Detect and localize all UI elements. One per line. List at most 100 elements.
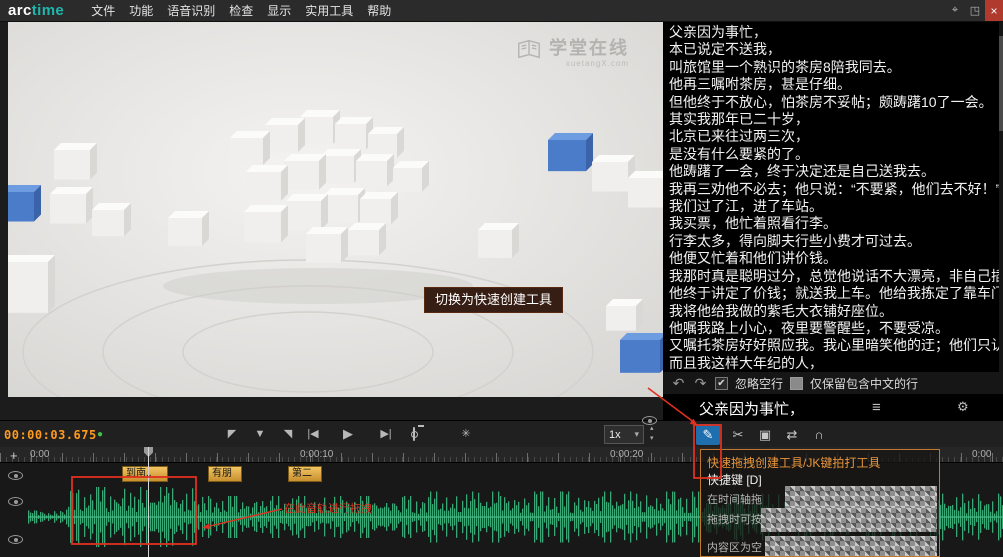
tooltip-body-line: 在时间轴拖 — [707, 491, 762, 507]
subtitle-line[interactable]: 他终于讲定了价钱；就送我上车。他给我拣定了靠车门 — [669, 285, 999, 302]
ruler-label: 0:00:10 — [300, 449, 333, 460]
menu-item[interactable]: 文件 — [84, 2, 122, 19]
subtitle-line[interactable]: 我那时真是聪明过分，总觉他说话不大漂亮，非自己插嘴不 — [669, 268, 999, 285]
restore-icon[interactable]: ◳ — [965, 4, 985, 17]
marker-icon[interactable]: ▼ — [250, 427, 270, 441]
video-subtitle-eye-icon[interactable] — [642, 416, 657, 425]
censored-mosaic — [761, 508, 937, 532]
keep-chinese-label: 仅保留包含中文的行 — [810, 375, 918, 392]
track-eye-icon[interactable] — [8, 497, 23, 506]
wand-icon[interactable]: ✳ — [456, 427, 476, 441]
tooltip-shortcut: 快捷键 [D] — [707, 471, 762, 488]
menu-item[interactable]: 语音识别 — [160, 2, 222, 19]
list-icon[interactable]: ≡ — [872, 399, 881, 416]
arctime-window: arctime 文件功能语音识别检查显示实用工具帮助 ⌖ ◳ × 学堂在线 xu… — [0, 0, 1003, 557]
subtitle-line[interactable]: 北京已来往过两三次， — [669, 128, 999, 145]
undo-icon[interactable]: ↶ — [671, 376, 686, 390]
subtitle-line[interactable]: 父亲因为事忙， — [669, 24, 999, 41]
subtitle-line[interactable]: 本已说定不送我， — [669, 41, 999, 58]
text-options-row: ↶ ↷ ✔ 忽略空行 仅保留包含中文的行 — [663, 372, 1003, 394]
add-track-icon[interactable]: + — [10, 448, 18, 463]
scissors-tool-icon[interactable]: ✂ — [726, 424, 750, 445]
subtitle-block[interactable]: 到南.. — [122, 466, 168, 482]
video-preview[interactable]: 学堂在线 xuetangX.com — [8, 22, 663, 397]
gear-icon[interactable]: ⚙ — [957, 399, 969, 415]
subtitle-block[interactable]: 有朋 — [208, 466, 242, 482]
ruler-label: 0:00:20 — [610, 449, 643, 460]
subtitle-panel: 父亲因为事忙，本已说定不送我，叫旅馆里一个熟识的茶房8陪我同去。他再三嘱咐茶房，… — [663, 22, 1003, 420]
subtitle-line[interactable]: 他嘱我路上小心，夜里要警醒些，不要受凉。 — [669, 320, 999, 337]
step-up-icon[interactable]: ▴ — [650, 424, 654, 434]
subtitle-line[interactable]: 而且我这样大年纪的人， — [669, 355, 999, 372]
tool-info-tooltip: 快速拖拽创建工具/JK键拍打工具 快捷键 [D] 在时间轴拖 拖拽时可按 内容区… — [700, 449, 940, 557]
current-subtitle-text: 父亲因为事忙， — [699, 398, 804, 419]
logo-time: time — [32, 2, 64, 19]
playhead[interactable] — [148, 447, 149, 557]
speed-stepper[interactable]: ▴ ▾ — [650, 424, 654, 444]
menu-item[interactable]: 检查 — [222, 2, 260, 19]
mark-in-icon[interactable]: ◤ — [222, 427, 242, 441]
chevron-down-icon: ▾ — [634, 429, 639, 440]
ruler-label: 0:00 — [972, 449, 991, 460]
subtitle-line[interactable]: 我将他给我做的紫毛大衣铺好座位。 — [669, 303, 999, 320]
logo-arc: arc — [8, 2, 32, 19]
ruler-label: 0:00 — [30, 449, 49, 460]
menu-item[interactable]: 实用工具 — [298, 2, 360, 19]
subtitle-line[interactable]: 但他终于不放心，怕茶房不妥帖；颇踌躇10了一会。 — [669, 94, 999, 111]
menubar: arctime 文件功能语音识别检查显示实用工具帮助 ⌖ ◳ × — [0, 0, 1003, 22]
play-icon[interactable]: ▶ — [338, 427, 358, 441]
pin-icon[interactable]: ⌖ — [945, 4, 965, 17]
swap-tool-icon[interactable]: ⇄ — [780, 424, 804, 445]
subtitle-line[interactable]: 我再三劝他不必去；他只说：“不要紧，他们去不好！” — [669, 181, 999, 198]
panel-scrollbar[interactable] — [999, 22, 1003, 372]
book-icon — [516, 38, 542, 60]
merge-tool-icon[interactable]: ▣ — [753, 424, 777, 445]
menu-items: 文件功能语音识别检查显示实用工具帮助 — [84, 2, 398, 19]
bookmark-icon[interactable] — [434, 427, 454, 441]
subtitle-line[interactable]: 我们过了江，进了车站。 — [669, 198, 999, 215]
watermark-subtext: xuetangX.com — [549, 59, 629, 68]
timecode: 00:00:03.675 — [4, 428, 97, 442]
quick-create-tool-button[interactable]: ✎ — [696, 424, 720, 445]
watermark: 学堂在线 xuetangX.com — [516, 38, 629, 68]
close-icon[interactable]: × — [985, 0, 1003, 21]
censored-mosaic — [765, 536, 937, 557]
subtitle-line[interactable]: 叫旅馆里一个熟识的茶房8陪我同去。 — [669, 59, 999, 76]
magnet-tool-icon[interactable]: ∩ — [807, 424, 831, 445]
subtitle-line[interactable]: 行李太多，得向脚夫行些小费才可过去。 — [669, 233, 999, 250]
subtitle-block[interactable]: 第二 — [288, 466, 322, 482]
keep-chinese-checkbox[interactable] — [790, 377, 803, 390]
prev-frame-icon[interactable]: |◀ — [303, 427, 323, 441]
tooltip-title: 快速拖拽创建工具/JK键拍打工具 — [707, 454, 880, 471]
mark-out-icon[interactable]: ◥ — [278, 427, 298, 441]
subtitle-line[interactable]: 其实我那年已二十岁， — [669, 111, 999, 128]
track-eye-icon[interactable] — [8, 471, 23, 480]
app-logo: arctime — [8, 2, 64, 19]
subtitle-text-area[interactable]: 父亲因为事忙，本已说定不送我，叫旅馆里一个熟识的茶房8陪我同去。他再三嘱咐茶房，… — [663, 22, 999, 372]
menu-item[interactable]: 帮助 — [360, 2, 398, 19]
transport-bar: 00:00:03.675 ● ◤ ▼ ◥ |◀ ▶ ▶| ✳ 1x ▾ ▴ ▾ … — [0, 420, 1003, 447]
playback-speed-select[interactable]: 1x ▾ — [604, 425, 644, 444]
tool-switch-tooltip: 切换为快速创建工具 — [424, 287, 563, 313]
subtitle-line[interactable]: 我买票，他忙着照看行李。 — [669, 215, 999, 232]
subtitle-line[interactable]: 又嘱托茶房好好照应我。我心里暗笑他的迂；他们只认得 — [669, 337, 999, 354]
tooltip-body-line: 拖拽时可按 — [707, 511, 762, 527]
redo-icon[interactable]: ↷ — [693, 376, 708, 390]
menu-item[interactable]: 功能 — [122, 2, 160, 19]
subtitle-line[interactable]: 他再三嘱咐茶房，甚是仔细。 — [669, 76, 999, 93]
next-frame-icon[interactable]: ▶| — [376, 427, 396, 441]
subtitle-line[interactable]: 他便又忙着和他们讲价钱。 — [669, 250, 999, 267]
track-eye-icon[interactable] — [8, 535, 23, 544]
subtitle-line[interactable]: 是没有什么要紧的了。 — [669, 146, 999, 163]
tooltip-body-line: 内容区为空 — [707, 539, 762, 555]
step-down-icon[interactable]: ▾ — [650, 434, 654, 444]
subtitle-line[interactable]: 他踌躇了一会，终于决定还是自己送我去。 — [669, 163, 999, 180]
menu-item[interactable]: 显示 — [260, 2, 298, 19]
window-controls: ⌖ ◳ × — [945, 0, 1003, 21]
ignore-empty-checkbox[interactable]: ✔ — [715, 377, 728, 390]
censored-mosaic — [785, 486, 937, 508]
scrollbar-thumb[interactable] — [999, 36, 1003, 131]
current-subtitle-bar: 父亲因为事忙， ≡ ⚙ — [663, 394, 1003, 420]
snapshot-icon[interactable] — [404, 427, 424, 441]
ignore-empty-label: 忽略空行 — [735, 375, 783, 392]
